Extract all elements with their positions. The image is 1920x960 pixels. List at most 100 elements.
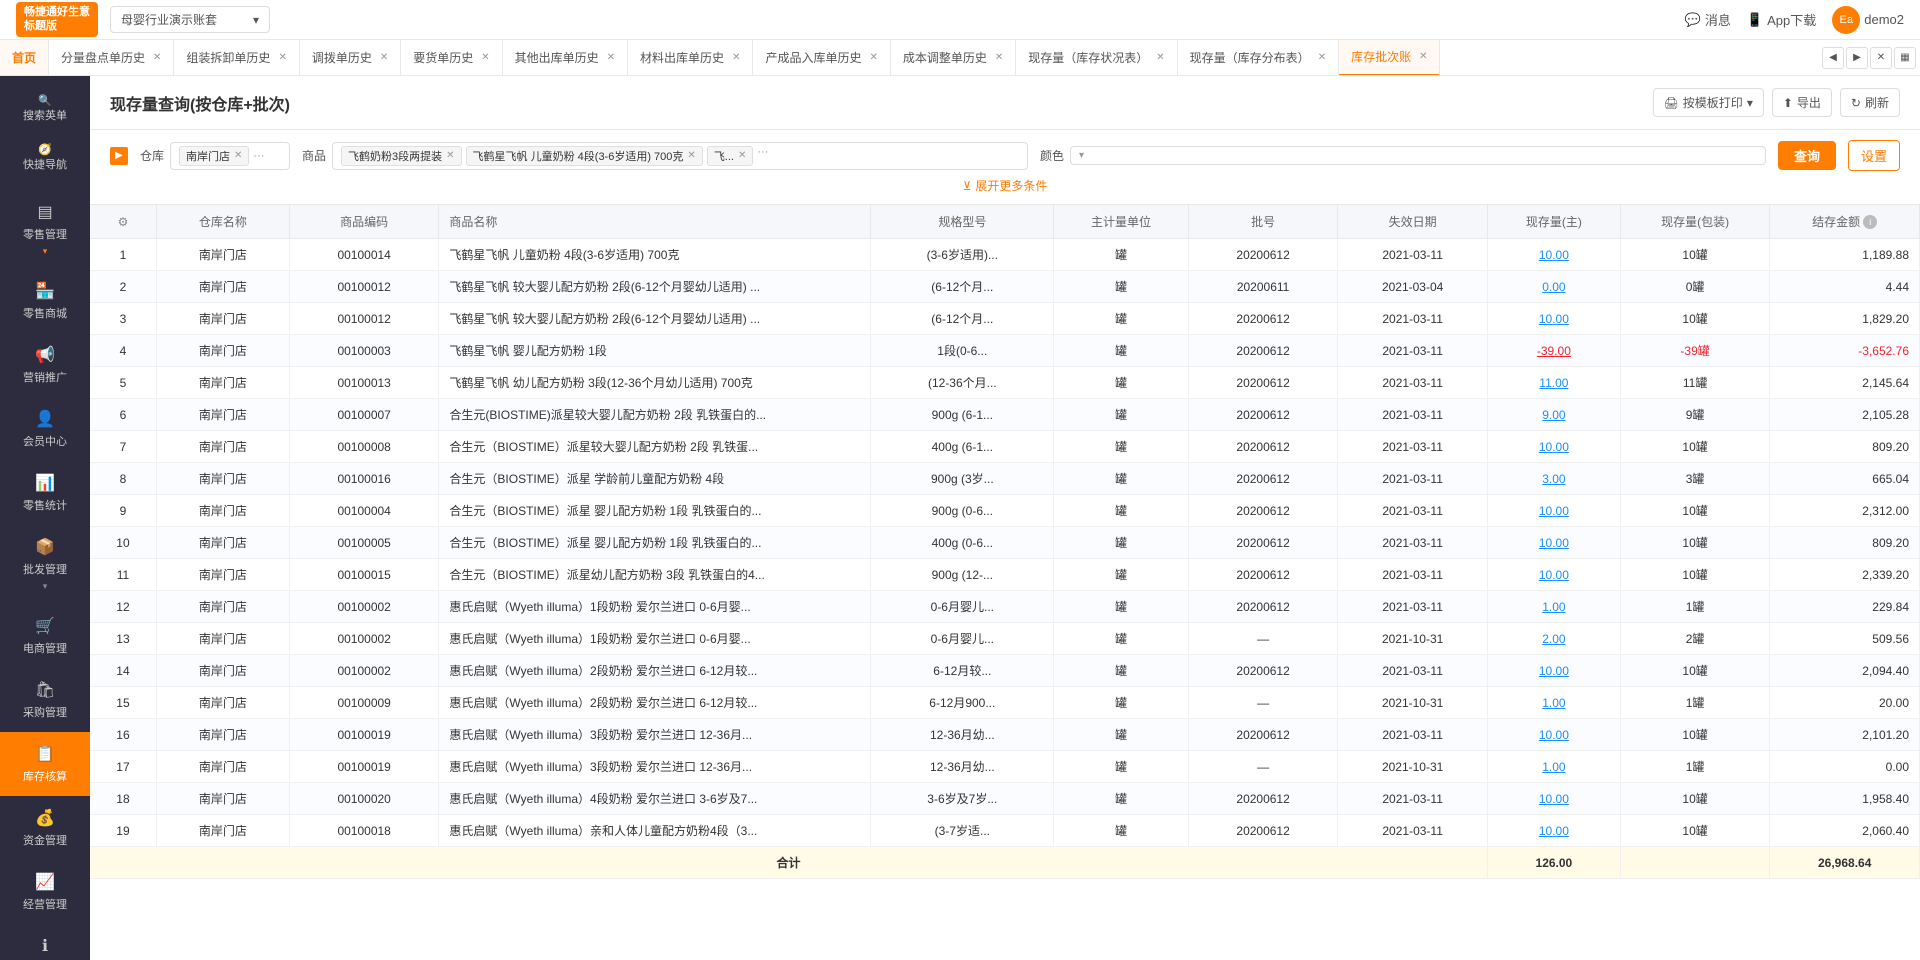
close-icon[interactable]: ✕ [481, 52, 489, 63]
cell-stock-main[interactable]: 10.00 [1487, 527, 1620, 559]
cell-stock-main[interactable]: 10.00 [1487, 783, 1620, 815]
cell-no: 5 [90, 367, 156, 399]
nav-close-button[interactable]: ✕ [1870, 47, 1892, 69]
tab-zuchaichaijian[interactable]: 组装拆卸单历史 ✕ [174, 40, 299, 76]
cell-stock-main[interactable]: 10.00 [1487, 815, 1620, 847]
close-icon[interactable]: ✕ [1156, 52, 1164, 63]
page-header: 现存量查询(按仓库+批次) 🖨 按模板打印 ▾ ⬆ 导出 ↻ 刷新 [90, 76, 1920, 130]
sidebar-item-retail-mgmt[interactable]: ▤ 零售管理 ▾ [0, 190, 90, 269]
tab-chenbendiaozheng[interactable]: 成本调整单历史 ✕ [891, 40, 1016, 76]
cell-code: 00100013 [289, 367, 439, 399]
close-icon[interactable]: ✕ [732, 52, 740, 63]
cell-stock-main[interactable]: 10.00 [1487, 655, 1620, 687]
filter-expand-arrow[interactable]: ▶ [110, 147, 128, 165]
cell-stock-main[interactable]: 11.00 [1487, 367, 1620, 399]
cell-stock-main[interactable]: 10.00 [1487, 303, 1620, 335]
cell-stock-main[interactable]: -39.00 [1487, 335, 1620, 367]
cell-batch: 20200612 [1188, 719, 1338, 751]
color-dropdown-arrow[interactable]: ▾ [1079, 150, 1084, 161]
remove-goods-tag-2[interactable]: ✕ [687, 150, 695, 161]
cell-unit: 罐 [1054, 431, 1189, 463]
remove-warehouse-tag[interactable]: ✕ [234, 150, 242, 161]
message-button[interactable]: 💬 消息 [1685, 10, 1731, 29]
cell-balance: 2,145.64 [1770, 367, 1920, 399]
cell-stock-main[interactable]: 1.00 [1487, 751, 1620, 783]
tab-chanchengpin[interactable]: 产成品入库单历史 ✕ [753, 40, 890, 76]
sidebar-item-basic-info[interactable]: ℹ 基础信息 [0, 924, 90, 960]
color-tag-container[interactable]: ▾ [1070, 146, 1766, 165]
app-download-button[interactable]: 📱 App下载 [1747, 10, 1816, 29]
th-settings[interactable]: ⚙ [90, 205, 156, 239]
cell-stock-main[interactable]: 3.00 [1487, 463, 1620, 495]
table-row: 18 南岸门店 00100020 惠氏启赋（Wyeth illuma）4段奶粉 … [90, 783, 1920, 815]
footer-label: 合计 [90, 847, 1487, 879]
nav-menu-button[interactable]: ▦ [1894, 47, 1916, 69]
sidebar-item-retail-shop[interactable]: 🏪 零售商城 [0, 269, 90, 333]
th-code: 商品编码 [289, 205, 439, 239]
close-icon[interactable]: ✕ [1318, 52, 1326, 63]
tab-home[interactable]: 首页 [0, 40, 49, 76]
sidebar-item-operation[interactable]: 📈 经营管理 [0, 860, 90, 924]
export-button[interactable]: ⬆ 导出 [1772, 88, 1832, 117]
cell-stock-main[interactable]: 10.00 [1487, 431, 1620, 463]
sidebar-item-ecom[interactable]: 🛒 电商管理 [0, 604, 90, 668]
category-selector[interactable]: 母婴行业演示账套 ▾ [110, 6, 270, 33]
template-print-button[interactable]: 🖨 按模板打印 ▾ [1653, 88, 1764, 117]
cell-stock-main[interactable]: 10.00 [1487, 559, 1620, 591]
goods-tag-container[interactable]: 飞鹤奶粉3段两提装 ✕ 飞鹤星飞帆 儿童奶粉 4段(3-6岁适用) 700克 ✕… [332, 142, 1028, 170]
cell-stock-main[interactable]: 2.00 [1487, 623, 1620, 655]
settings-button[interactable]: 设置 [1848, 140, 1900, 171]
nav-prev-button[interactable]: ◀ [1822, 47, 1844, 69]
close-icon[interactable]: ✕ [153, 52, 161, 63]
tab-cailiaochuku[interactable]: 材料出库单历史 ✕ [628, 40, 753, 76]
tab-kcpicizh[interactable]: 库存批次账 ✕ [1339, 40, 1440, 76]
tab-qitachuku[interactable]: 其他出库单历史 ✕ [503, 40, 628, 76]
cell-stock-main[interactable]: 10.00 [1487, 495, 1620, 527]
cell-stock-main[interactable]: 1.00 [1487, 591, 1620, 623]
nav-next-button[interactable]: ▶ [1846, 47, 1868, 69]
cell-spec: 1段(0-6... [871, 335, 1054, 367]
cell-stock-main[interactable]: 0.00 [1487, 271, 1620, 303]
sidebar-item-member[interactable]: 👤 会员中心 [0, 397, 90, 461]
cell-stock-main[interactable]: 1.00 [1487, 687, 1620, 719]
ecom-icon: 🛒 [35, 616, 55, 636]
header-actions: 🖨 按模板打印 ▾ ⬆ 导出 ↻ 刷新 [1653, 88, 1900, 117]
sidebar-item-wholesale[interactable]: 📦 批发管理 ▾ [0, 525, 90, 604]
sidebar-item-retail-stats[interactable]: 📊 零售统计 [0, 461, 90, 525]
cell-name: 惠氏启赋（Wyeth illuma）3段奶粉 爱尔兰进口 12-36月... [439, 719, 871, 751]
remove-goods-tag-3[interactable]: ✕ [738, 150, 746, 161]
tab-diaoboddan[interactable]: 调拨单历史 ✕ [300, 40, 401, 76]
sidebar-item-finance[interactable]: 💰 资金管理 [0, 796, 90, 860]
cell-stock-main[interactable]: 9.00 [1487, 399, 1620, 431]
sidebar-item-marketing[interactable]: 📢 营销推广 [0, 333, 90, 397]
cell-spec: 400g (6-1... [871, 431, 1054, 463]
close-icon[interactable]: ✕ [607, 52, 615, 63]
close-icon[interactable]: ✕ [380, 52, 388, 63]
cell-stock-main[interactable]: 10.00 [1487, 239, 1620, 271]
remove-goods-tag-1[interactable]: ✕ [446, 150, 454, 161]
query-button[interactable]: 查询 [1778, 141, 1836, 170]
cell-unit: 罐 [1054, 239, 1189, 271]
balance-info-icon[interactable]: i [1863, 215, 1877, 229]
sidebar-search[interactable]: 🔍 搜索英单 [23, 84, 67, 133]
expand-more-button[interactable]: ⊻ 展开更多条件 [963, 177, 1048, 194]
cell-unit: 罐 [1054, 623, 1189, 655]
cell-spec: (6-12个月... [871, 303, 1054, 335]
close-icon[interactable]: ✕ [1419, 51, 1427, 62]
tab-yaohuo[interactable]: 要货单历史 ✕ [401, 40, 502, 76]
sidebar-item-inventory[interactable]: 📋 库存核算 [0, 732, 90, 796]
tab-xiancunliang-kczt[interactable]: 现存量（库存状况表） ✕ [1016, 40, 1177, 76]
close-icon[interactable]: ✕ [995, 52, 1003, 63]
warehouse-tag-container[interactable]: 南岸门店 ✕ ··· [170, 142, 290, 170]
cell-stock-main[interactable]: 10.00 [1487, 719, 1620, 751]
cell-balance: 809.20 [1770, 431, 1920, 463]
tab-fenliangpandian[interactable]: 分量盘点单历史 ✕ [49, 40, 174, 76]
sidebar-nav[interactable]: 🧭 快捷导航 [23, 133, 67, 182]
sidebar-item-purchase[interactable]: 🛍 采购管理 [0, 668, 90, 732]
gear-icon[interactable]: ⚙ [115, 214, 131, 230]
refresh-button[interactable]: ↻ 刷新 [1840, 88, 1900, 117]
user-profile[interactable]: Ea demo2 [1832, 6, 1904, 34]
close-icon[interactable]: ✕ [278, 52, 286, 63]
tab-xiancunliang-kcfb[interactable]: 现存量（库存分布表） ✕ [1178, 40, 1339, 76]
close-icon[interactable]: ✕ [869, 52, 877, 63]
